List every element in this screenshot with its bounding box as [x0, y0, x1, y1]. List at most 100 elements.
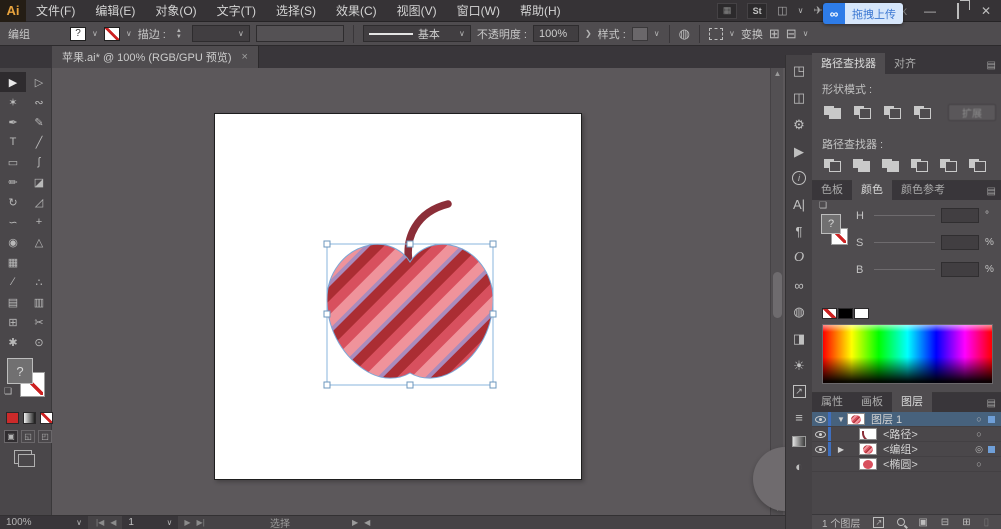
menu-item[interactable]: 文字(T) [207, 0, 266, 22]
white-chip[interactable] [854, 308, 869, 319]
dock-panel-icon[interactable] [792, 436, 806, 447]
color-spectrum[interactable] [822, 324, 993, 384]
clipping-mask-icon[interactable]: ▣ [918, 517, 927, 528]
tool-button[interactable]: ∕ [0, 272, 26, 292]
tool-button[interactable]: ▥ [26, 292, 52, 312]
slider-track[interactable] [874, 242, 935, 243]
expand-button[interactable]: 扩展 [948, 104, 996, 121]
chevron-down-icon[interactable]: ∨ [654, 29, 660, 38]
menu-item[interactable]: 效果(C) [326, 0, 387, 22]
layer-thumbnail[interactable] [859, 458, 877, 470]
layer-row-path[interactable]: <路径> ○ [812, 427, 1001, 442]
app-logo[interactable]: Ai [0, 0, 26, 22]
chevron-down-icon[interactable]: ∨ [92, 29, 98, 38]
dock-panel-icon[interactable]: ¶ [789, 223, 809, 239]
apple-artwork[interactable] [310, 190, 510, 395]
draw-inside-icon[interactable]: ◰ [38, 430, 52, 443]
layer-name[interactable]: <椭圆> [883, 456, 972, 472]
tool-button[interactable]: T [0, 132, 26, 152]
selection-indicator[interactable] [988, 445, 995, 453]
tool-button[interactable]: ∽ [0, 212, 26, 232]
locate-object-icon[interactable] [897, 518, 906, 526]
fill-swatch[interactable]: ? [70, 26, 86, 41]
drag-upload-overlay[interactable]: ∞ 拖拽上传 [823, 3, 903, 24]
dock-panel-icon[interactable]: ≡ [789, 409, 809, 425]
tab-artboards[interactable]: 画板 [852, 391, 892, 412]
dock-panel-icon[interactable]: A| [789, 196, 809, 212]
tool-button[interactable]: ▷ [26, 72, 52, 92]
menu-item[interactable]: 编辑(E) [85, 0, 145, 22]
layer-row-layer1[interactable]: ▼ 图层 1 ○ [812, 412, 1001, 427]
merge-icon[interactable] [882, 159, 899, 172]
canvas[interactable]: ▲ ▼ [52, 68, 785, 515]
tool-button[interactable]: ∴ [26, 272, 52, 292]
visibility-icon[interactable] [814, 430, 826, 438]
transform-link[interactable]: 变换 [741, 26, 763, 42]
dock-panel-icon[interactable]: ◐ [789, 458, 809, 474]
scroll-up-icon[interactable]: ▲ [771, 68, 784, 80]
dock-panel-icon[interactable]: ☀ [789, 358, 809, 374]
select-similar-icon[interactable] [709, 27, 723, 40]
prev-artboard-icon[interactable]: ◀ [110, 518, 116, 527]
menu-item[interactable]: 选择(S) [266, 0, 326, 22]
default-colors-icon[interactable]: ❏ [4, 386, 12, 397]
new-sublayer-icon[interactable]: ⊟ [941, 517, 949, 528]
channel-value-field[interactable] [941, 208, 979, 223]
unite-icon[interactable] [824, 106, 841, 119]
document-tab[interactable]: 苹果.ai* @ 100% (RGB/GPU 预览) × [52, 46, 259, 68]
artboard-number-dropdown[interactable]: 1 ∨ [122, 516, 179, 529]
fill-color-well[interactable]: ? [7, 358, 33, 384]
draw-normal-icon[interactable]: ▣ [4, 430, 18, 443]
divide-icon[interactable] [824, 159, 841, 172]
color-button[interactable] [6, 412, 19, 424]
workspace-icon[interactable]: ◫ [777, 4, 787, 17]
visibility-icon[interactable] [814, 415, 826, 423]
tool-button[interactable]: ⊞ [0, 312, 26, 332]
dock-panel-icon[interactable]: ◍ [789, 304, 809, 320]
dock-panel-icon[interactable]: ◨ [789, 331, 809, 347]
tool-button[interactable]: ◿ [26, 192, 52, 212]
dock-panel-icon[interactable]: ▶ [789, 144, 809, 160]
target-circle-icon[interactable]: ◎ [972, 444, 986, 455]
dock-panel-icon[interactable]: ⚙ [789, 117, 809, 133]
tool-button[interactable]: ▶ [0, 72, 26, 92]
layer-row-group[interactable]: ▶ <编组> ◎ [812, 442, 1001, 457]
layer-row-ellipse[interactable]: <椭圆> ○ [812, 457, 1001, 472]
tool-button[interactable]: ▦ [0, 252, 26, 272]
dock-panel-icon[interactable]: ↗ [792, 385, 806, 398]
tab-swatches[interactable]: 色板 [812, 179, 852, 200]
chevron-down-icon[interactable]: ∨ [126, 29, 132, 38]
tab-pathfinder[interactable]: 路径查找器 [812, 53, 885, 74]
intersect-icon[interactable] [884, 106, 901, 119]
menu-item[interactable]: 文件(F) [26, 0, 85, 22]
hscroll-arrows[interactable]: ▶◀ [352, 518, 376, 527]
last-artboard-icon[interactable]: ▶| [197, 518, 205, 527]
slider-track[interactable] [874, 269, 935, 270]
visibility-icon[interactable] [814, 445, 826, 453]
tab-layers[interactable]: 图层 [892, 391, 932, 412]
close-button[interactable]: ✕ [979, 4, 993, 18]
tool-button[interactable]: △ [26, 232, 52, 252]
delete-layer-icon[interactable]: ▯ [984, 517, 990, 528]
style-swatch[interactable] [631, 26, 648, 41]
target-circle-icon[interactable]: ○ [972, 459, 986, 469]
tool-button[interactable]: ʃ [26, 152, 52, 172]
disclosure-down-icon[interactable]: ▼ [835, 415, 847, 424]
tab-align[interactable]: 对齐 [885, 53, 925, 74]
menu-item[interactable]: 帮助(H) [510, 0, 571, 22]
crop-icon[interactable] [911, 159, 928, 172]
menu-item[interactable]: 视图(V) [387, 0, 447, 22]
target-circle-icon[interactable]: ○ [972, 414, 986, 424]
panel-menu-icon[interactable]: ▤ [982, 186, 1001, 200]
panel-menu-icon[interactable]: ▤ [982, 398, 1001, 412]
menu-item[interactable]: 窗口(W) [447, 0, 510, 22]
tool-button[interactable] [26, 252, 52, 272]
tool-button[interactable]: ✶ [0, 92, 26, 112]
new-layer-icon[interactable]: ⊞ [962, 517, 970, 528]
layer-name[interactable]: <路径> [883, 426, 972, 442]
dock-panel-icon[interactable]: ∞ [789, 277, 809, 293]
tab-color-guide[interactable]: 颜色参考 [892, 179, 954, 200]
target-circle-icon[interactable]: ○ [972, 429, 986, 439]
chevron-down-icon[interactable]: ∨ [798, 6, 804, 15]
chevron-down-icon[interactable]: ∨ [803, 29, 809, 38]
